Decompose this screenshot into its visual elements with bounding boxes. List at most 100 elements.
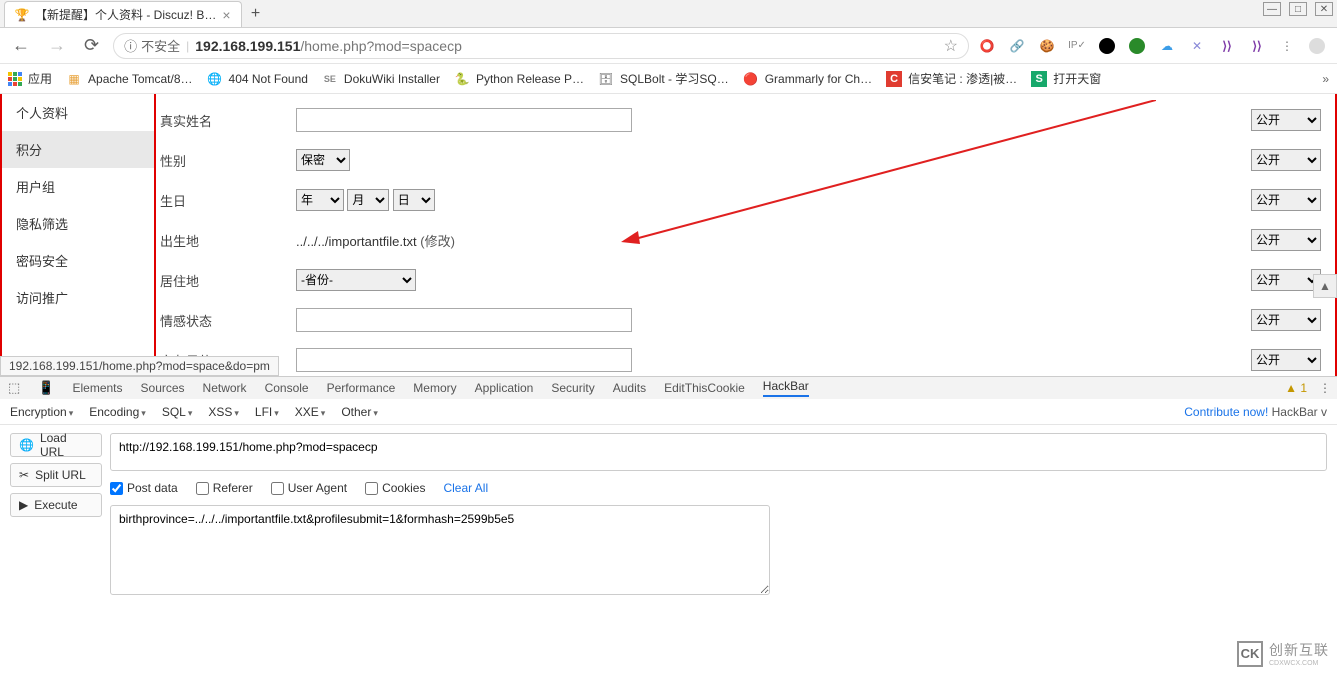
bookmarks-bar: 应用 ▦Apache Tomcat/8… 🌐404 Not Found SEDo… (0, 64, 1337, 94)
ext-icon[interactable]: IP✓ (1069, 38, 1085, 54)
bookmark-item[interactable]: 🌐404 Not Found (207, 71, 308, 87)
ext-icon[interactable]: ☁ (1159, 38, 1175, 54)
bookmark-item[interactable]: ▦Apache Tomcat/8… (66, 71, 193, 87)
devtools-tab[interactable]: Elements (72, 381, 122, 395)
month-select[interactable]: 月 (347, 189, 389, 211)
ext-icon[interactable] (1099, 38, 1115, 54)
sidebar-item-usergroup[interactable]: 用户组 (2, 168, 154, 205)
reload-button[interactable]: ⟳ (80, 35, 103, 56)
ext-icon[interactable]: ⭕ (979, 38, 995, 54)
apps-button[interactable]: 应用 (8, 70, 52, 87)
address-bar: ← → ⟳ ⓘ 不安全 | 192.168.199.151/home.php?m… (0, 28, 1337, 64)
bookmark-icon: S (1031, 71, 1047, 87)
ext-icon[interactable]: ✕ (1189, 38, 1205, 54)
visibility-select[interactable]: 公开 (1251, 309, 1321, 331)
close-icon[interactable]: × (222, 7, 230, 23)
browser-tab[interactable]: 🏆 【新提醒】个人资料 - Discuz! B… × (4, 1, 242, 27)
day-select[interactable]: 日 (393, 189, 435, 211)
python-icon: 🐍 (454, 71, 470, 87)
watermark-sub: CDXWCX.COM (1269, 660, 1329, 667)
sidebar: 个人资料 积分 用户组 隐私筛选 密码安全 访问推广 (0, 94, 156, 376)
devtools-menu-icon[interactable]: ⋮ (1319, 381, 1331, 395)
warnings-badge[interactable]: ▲ 1 (1285, 381, 1307, 395)
hb-menu-xss[interactable]: XSS▾ (208, 405, 239, 419)
gender-select[interactable]: 保密 (296, 149, 350, 171)
devtools-tab[interactable]: EditThisCookie (664, 381, 745, 395)
split-url-button[interactable]: ✂Split URL (10, 463, 102, 487)
profile-icon[interactable] (1309, 38, 1325, 54)
ext-icon[interactable]: 🍪 (1039, 38, 1055, 54)
referer-checkbox[interactable]: Referer (196, 481, 253, 495)
inspect-icon[interactable]: ⬚ (8, 380, 20, 396)
bookmark-star-icon[interactable]: ☆ (944, 36, 958, 56)
globe-icon: 🌐 (207, 71, 223, 87)
hb-menu-lfi[interactable]: LFI▾ (255, 405, 279, 419)
hb-menu-other[interactable]: Other▾ (341, 405, 378, 419)
profile-form: 真实姓名 公开 性别 保密 公开 生日 年 月 日 公开 出生地 ../../.… (156, 94, 1337, 376)
bookmark-item[interactable]: S打开天窗 (1031, 70, 1101, 87)
devtools-tab[interactable]: Security (551, 381, 594, 395)
devtools-tab[interactable]: Console (265, 381, 309, 395)
bookmark-item[interactable]: C信安笔记 : 渗透|被… (886, 70, 1017, 87)
execute-button[interactable]: ▶Execute (10, 493, 102, 517)
maximize-button[interactable]: □ (1289, 2, 1307, 16)
visibility-select[interactable]: 公开 (1251, 149, 1321, 171)
devtools-tab[interactable]: Network (203, 381, 247, 395)
contribute-link[interactable]: Contribute now! (1184, 405, 1268, 419)
bookmark-item[interactable]: 🗄SQLBolt - 学习SQ… (598, 70, 729, 87)
forward-button[interactable]: → (44, 35, 70, 56)
hb-menu-xxe[interactable]: XXE▾ (295, 405, 326, 419)
hackbar-url-input[interactable] (110, 433, 1327, 471)
devtools-tab[interactable]: Audits (613, 381, 646, 395)
hb-menu-encryption[interactable]: Encryption▾ (10, 405, 73, 419)
ext-icon[interactable]: 🔗 (1009, 38, 1025, 54)
cookies-checkbox[interactable]: Cookies (365, 481, 425, 495)
visibility-select[interactable]: 公开 (1251, 229, 1321, 251)
modify-link[interactable]: (修改) (420, 234, 455, 249)
province-select[interactable]: -省份- (296, 269, 416, 291)
sidebar-item-password[interactable]: 密码安全 (2, 242, 154, 279)
minimize-button[interactable]: — (1263, 2, 1281, 16)
devtools-tab-hackbar[interactable]: HackBar (763, 379, 809, 397)
devtools-tab[interactable]: Memory (413, 381, 456, 395)
devtools-tab[interactable]: Performance (327, 381, 396, 395)
purpose-input[interactable] (296, 348, 632, 372)
bookmark-overflow-icon[interactable]: » (1322, 72, 1329, 86)
devtools-tab[interactable]: Sources (141, 381, 185, 395)
grammarly-icon: 🔴 (743, 71, 759, 87)
year-select[interactable]: 年 (296, 189, 344, 211)
visibility-select[interactable]: 公开 (1251, 269, 1321, 291)
url-input[interactable]: ⓘ 不安全 | 192.168.199.151/home.php?mod=spa… (113, 33, 969, 59)
hb-menu-encoding[interactable]: Encoding▾ (89, 405, 146, 419)
useragent-checkbox[interactable]: User Agent (271, 481, 347, 495)
sidebar-item-promotion[interactable]: 访问推广 (2, 279, 154, 316)
ext-icon[interactable]: ⟩⟩ (1249, 38, 1265, 54)
postdata-checkbox[interactable]: Post data (110, 481, 178, 495)
menu-icon[interactable]: ⋮ (1279, 38, 1295, 54)
ext-icon[interactable] (1129, 38, 1145, 54)
realname-input[interactable] (296, 108, 632, 132)
affective-input[interactable] (296, 308, 632, 332)
insecure-icon: ⓘ 不安全 (124, 36, 180, 55)
hackbar-postdata-input[interactable] (110, 505, 770, 595)
hackbar-toolbar: Encryption▾ Encoding▾ SQL▾ XSS▾ LFI▾ XXE… (0, 399, 1337, 425)
bookmark-item[interactable]: 🔴Grammarly for Ch… (743, 71, 872, 87)
back-button[interactable]: ← (8, 35, 34, 56)
hb-menu-sql[interactable]: SQL▾ (162, 405, 193, 419)
devtools-tab[interactable]: Application (475, 381, 534, 395)
device-icon[interactable]: 📱 (38, 380, 54, 396)
sidebar-item-credits[interactable]: 积分 (2, 131, 154, 168)
clear-all-link[interactable]: Clear All (443, 481, 488, 495)
bookmark-item[interactable]: SEDokuWiki Installer (322, 71, 440, 87)
sidebar-item-privacy[interactable]: 隐私筛选 (2, 205, 154, 242)
scroll-top-button[interactable]: ▲ (1313, 274, 1337, 298)
new-tab-button[interactable]: + (242, 1, 270, 27)
bookmark-item[interactable]: 🐍Python Release P… (454, 71, 584, 87)
load-url-button[interactable]: 🌐Load URL (10, 433, 102, 457)
visibility-select[interactable]: 公开 (1251, 189, 1321, 211)
close-window-button[interactable]: ✕ (1315, 2, 1333, 16)
visibility-select[interactable]: 公开 (1251, 109, 1321, 131)
ext-icon[interactable]: ⟩⟩ (1219, 38, 1235, 54)
sidebar-item-profile[interactable]: 个人资料 (2, 94, 154, 131)
visibility-select[interactable]: 公开 (1251, 349, 1321, 371)
